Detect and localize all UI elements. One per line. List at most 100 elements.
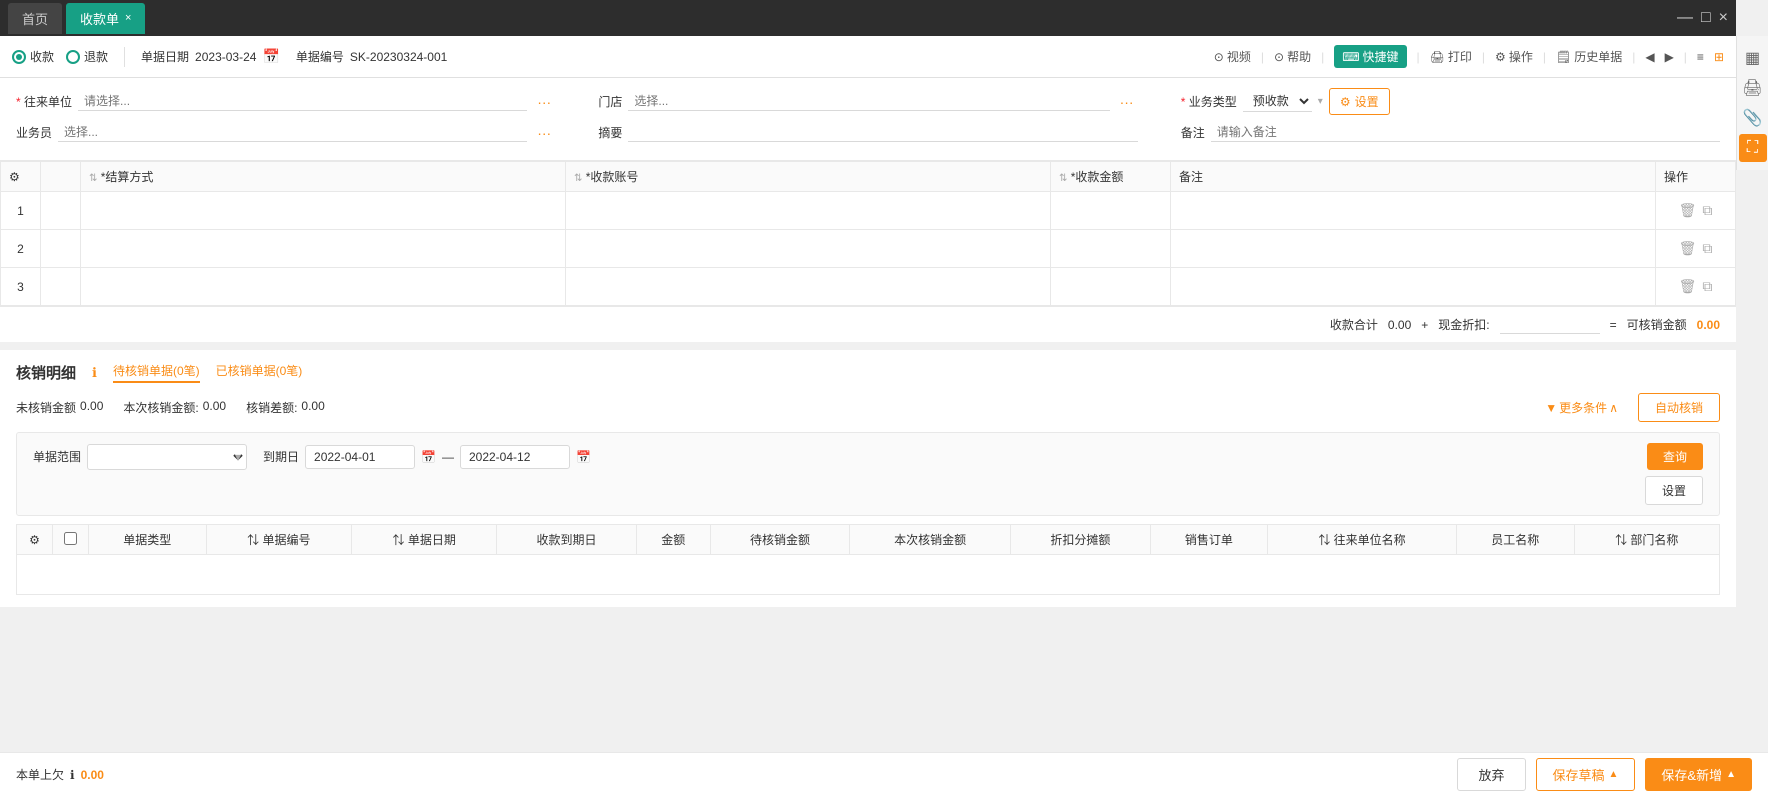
row-2-settlement-input[interactable] [81,230,565,267]
row-3-note[interactable] [1171,268,1656,306]
row-2-account[interactable] [566,230,1051,268]
row-3-account[interactable] [566,268,1051,306]
tab-done[interactable]: 已核销单据(0笔) [216,362,303,383]
row-2-account-input[interactable] [566,230,1050,267]
view-grid-icon[interactable]: ⊞ [1714,50,1724,64]
verify-info-icon[interactable]: ℹ [92,365,97,381]
save-new-arrow[interactable]: ▲ [1726,769,1736,780]
save-draft-btn[interactable]: 保存草稿 ▲ [1536,758,1636,791]
due-date-end-input[interactable] [460,445,570,469]
row-1-account[interactable] [566,192,1051,230]
verify-header: 核销明细 ℹ 待核销单据(0笔) 已核销单据(0笔) [16,362,1720,383]
sidebar-paperclip-icon[interactable]: 📎 [1739,104,1767,132]
filter-row: 单据范围 ▾ 到期日 📅 — 📅 [33,443,1703,470]
sidebar-expand-icon[interactable]: ⛶ [1739,134,1767,162]
row-1-settlement[interactable] [81,192,566,230]
sales-order-header: 销售订单 [1150,525,1268,555]
summary-input[interactable] [628,123,1137,142]
sidebar-receipt-icon[interactable]: 🖨 [1739,74,1767,102]
date-end-icon[interactable]: 📅 [576,450,591,464]
save-new-btn[interactable]: 保存&新增 ▲ [1645,758,1752,791]
sidebar-table-icon[interactable]: ▦ [1739,44,1767,72]
row-2-amount[interactable] [1051,230,1171,268]
auto-verify-btn[interactable]: 自动核销 [1638,393,1720,422]
tab-pending[interactable]: 待核销单据(0笔) [113,362,200,383]
more-conditions-btn[interactable]: ▼ 更多条件 ∧ [1545,399,1618,416]
row-2-note-input[interactable] [1171,230,1655,267]
salesperson-input[interactable] [58,123,527,142]
total-label: 收款合计 [1330,316,1378,333]
discard-btn[interactable]: 放弃 [1457,758,1525,791]
row-2-settlement[interactable] [81,230,566,268]
row-1-delete-icon[interactable]: 🗑 [1679,202,1697,219]
shortcut-btn[interactable]: ⌨ 快捷键 [1334,45,1406,68]
tab-collection[interactable]: 收款单 × [66,3,145,34]
salesperson-more-btn[interactable]: ··· [533,125,555,141]
doc-no-header: ⇅ 单据编号 [206,525,351,555]
print-btn[interactable]: 🖨 打印 [1430,48,1472,65]
row-1-amount-input[interactable] [1051,192,1170,229]
row-2-amount-input[interactable] [1051,230,1170,267]
footer-left: 本单上欠 ℹ 0.00 [16,766,104,783]
counterpart-more-btn[interactable]: ··· [533,94,555,110]
verify-settings-icon[interactable]: ⚙ [29,533,40,547]
row-1-amount[interactable] [1051,192,1171,230]
select-all-checkbox[interactable] [64,532,77,545]
operations-btn[interactable]: ⚙ 操作 [1495,48,1533,65]
calendar-icon[interactable]: 📅 [262,48,279,65]
store-input[interactable] [628,92,1109,111]
save-draft-arrow[interactable]: ▲ [1609,769,1619,780]
range-select[interactable] [87,444,247,470]
store-more-btn[interactable]: ··· [1116,94,1138,110]
row-3-note-input[interactable] [1171,268,1655,305]
footer-info-icon[interactable]: ℹ [70,768,75,782]
filter-settings-btn[interactable]: 设置 [1645,476,1703,505]
nav-next-btn[interactable]: ▶ [1665,50,1674,64]
amount-header: ⇅ *收款金额 [1051,162,1171,192]
row-3-settlement-input[interactable] [81,268,565,305]
verify-checkbox-header[interactable] [53,525,89,555]
counterpart-label-text: 往来单位 [24,95,72,109]
verify-settings-header[interactable]: ⚙ [17,525,53,555]
tab-close-icon[interactable]: × [125,12,131,24]
radio-refund-label: 退款 [84,48,108,65]
settings-button[interactable]: ⚙ 设置 [1329,88,1390,115]
row-1-note-input[interactable] [1171,192,1655,229]
row-3-delete-icon[interactable]: 🗑 [1679,278,1697,295]
row-1-note[interactable] [1171,192,1656,230]
radio-collect[interactable]: 收款 [12,48,54,65]
note-input[interactable] [1211,123,1720,142]
table-settings-icon[interactable]: ⚙ [9,170,20,184]
row-2-note[interactable] [1171,230,1656,268]
business-type-select[interactable]: 预收款 [1243,91,1312,112]
row-3-account-input[interactable] [566,268,1050,305]
tab-home[interactable]: 首页 [8,3,62,34]
help-btn[interactable]: ⊙ 帮助 [1274,48,1311,65]
radio-refund[interactable]: 退款 [66,48,108,65]
window-maximize[interactable]: □ [1701,9,1711,27]
counterpart-input[interactable] [78,92,527,111]
discount-header: 折扣分摊额 [1011,525,1150,555]
row-1-copy-icon[interactable]: ⧉ [1702,202,1712,219]
row-2-delete-icon[interactable]: 🗑 [1679,240,1697,257]
due-date-start-input[interactable] [305,445,415,469]
date-start-icon[interactable]: 📅 [421,450,436,464]
discount-input[interactable] [1500,315,1600,334]
row-1-account-input[interactable] [566,192,1050,229]
window-minimize[interactable]: — [1677,9,1693,27]
row-3-settlement[interactable] [81,268,566,306]
table-settings-header[interactable]: ⚙ [1,162,41,192]
row-3-copy-icon[interactable]: ⧉ [1702,278,1712,295]
nav-prev-btn[interactable]: ◀ [1645,50,1654,64]
history-btn[interactable]: 🗒 历史单据 [1556,48,1622,65]
view-list-icon[interactable]: ≡ [1697,50,1704,64]
row-2-copy-icon[interactable]: ⧉ [1702,240,1712,257]
query-btn[interactable]: 查询 [1647,443,1703,470]
row-3-amount[interactable] [1051,268,1171,306]
video-btn[interactable]: ⊙ 视频 [1214,48,1251,65]
row-3-amount-input[interactable] [1051,268,1170,305]
window-close[interactable]: × [1719,9,1728,27]
diff-label: 核销差额: [246,399,297,416]
row-num-header [41,162,81,192]
row-1-settlement-input[interactable] [81,192,565,229]
